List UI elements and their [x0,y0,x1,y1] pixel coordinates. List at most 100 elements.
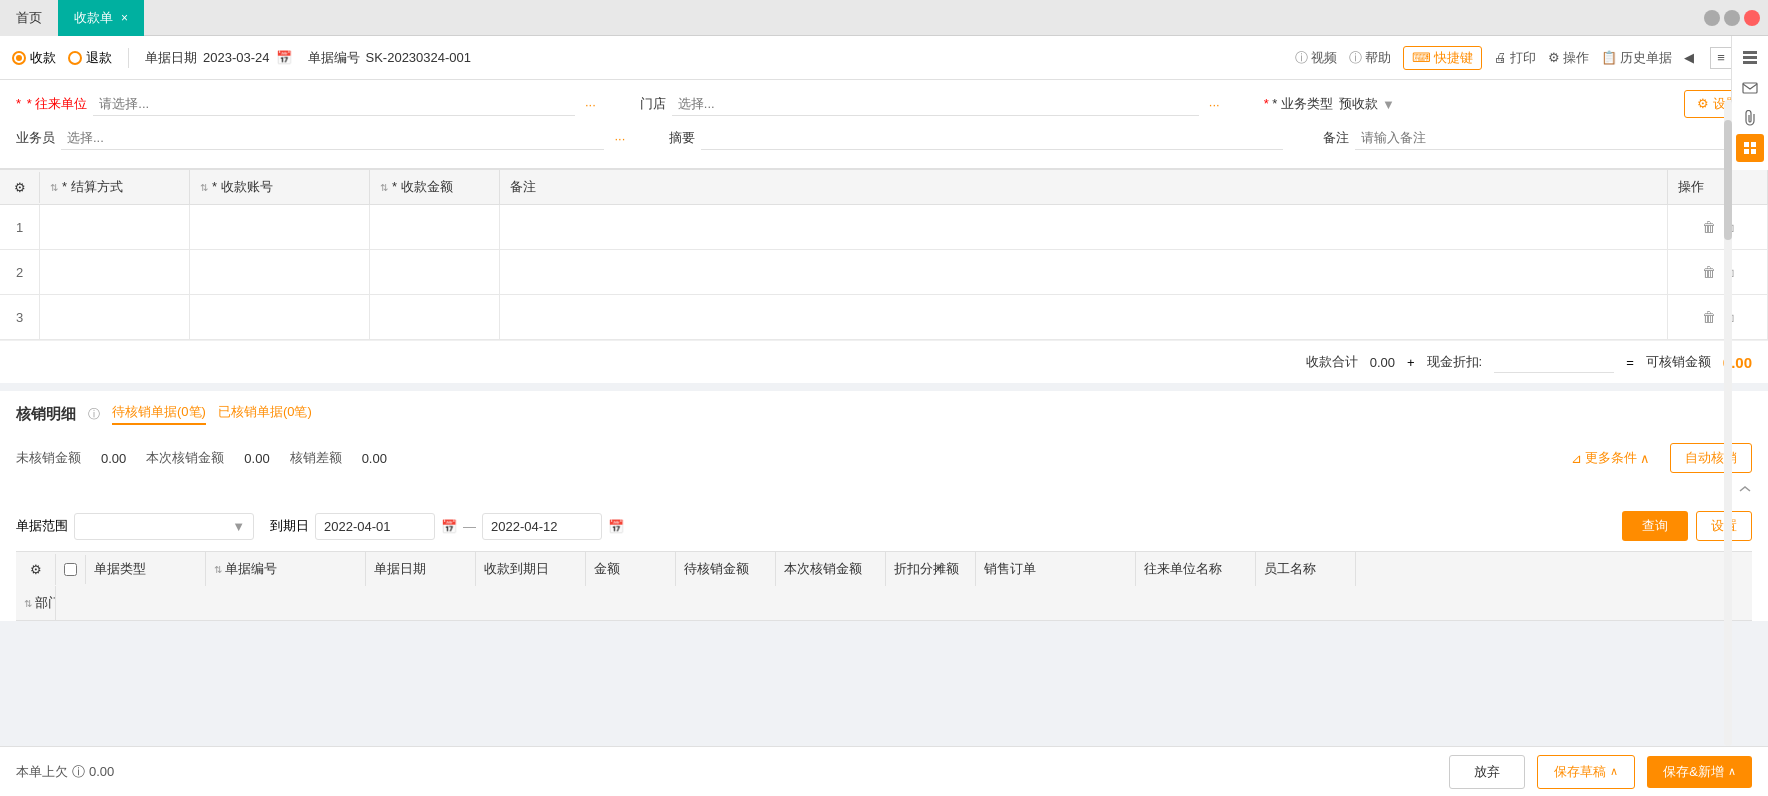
dth-amount: 金额 [586,552,676,586]
window-minimize-btn[interactable] [1704,10,1720,26]
scrollbar-thumb[interactable] [1724,120,1732,240]
dth-counterpart: 往来单位名称 [1136,552,1256,586]
num-value: SK-20230324-001 [366,50,472,65]
notes-input[interactable] [1355,126,1752,150]
dth-check[interactable] [56,555,86,584]
dth-due-date: 收款到期日 [476,552,586,586]
range-arrow-icon: ▼ [232,519,245,534]
current-verify-val: 0.00 [244,451,269,466]
th-gear[interactable]: ⚙ [0,172,40,203]
dth-dept: ⇅ 部门名称 [16,586,56,620]
discard-btn[interactable]: 放弃 [1449,755,1525,789]
row-1-delete-icon[interactable]: 🗑 [1702,219,1716,235]
row-2-notes[interactable] [500,250,1668,294]
video-link[interactable]: ⓘ 视频 [1295,49,1337,67]
row-3-amount[interactable] [370,295,500,339]
calendar-icon[interactable]: 📅 [276,50,292,65]
tab-active[interactable]: 收款单 × [58,0,144,36]
radio-receive[interactable]: 收款 [12,49,56,67]
save-draft-chevron-icon: ∧ [1610,765,1618,778]
row-2-delete-icon[interactable]: 🗑 [1702,264,1716,280]
total-val: 0.00 [1370,355,1395,370]
radio-refund[interactable]: 退款 [68,49,112,67]
date-from-cal-icon[interactable]: 📅 [441,519,457,534]
row-2-amount[interactable] [370,250,500,294]
row-1-settlement[interactable] [40,205,190,249]
row-1-notes[interactable] [500,205,1668,249]
filter-left: 单据范围 ▼ 到期日 📅 — 📅 [16,513,1606,540]
row-3-delete-icon[interactable]: 🗑 [1702,309,1716,325]
sidebar-icon-mail[interactable] [1736,74,1764,102]
row-3-settlement[interactable] [40,295,190,339]
save-draft-btn[interactable]: 保存草稿 ∧ [1537,755,1635,789]
row-3-notes[interactable] [500,295,1668,339]
dth-gear[interactable]: ⚙ [16,554,56,585]
sidebar-icon-table[interactable] [1736,44,1764,72]
svg-rect-2 [1743,61,1757,64]
range-field: 单据范围 ▼ [16,513,254,540]
unchecked-label: 未核销金额 [16,449,81,467]
current-verify-label: 本次核销金额 [146,449,224,467]
date-from-input[interactable] [315,513,435,540]
counterpart-input[interactable] [93,92,575,116]
row-2-settlement[interactable] [40,250,190,294]
sidebar-icon-expand[interactable] [1736,134,1764,162]
dth-staff: 员工名称 [1256,552,1356,586]
main-table: ⚙ ⇅ * 结算方式 ⇅ * 收款账号 ⇅ * 收款金额 备注 操作 1 🗑 ⧉ [0,169,1768,340]
operation-btn[interactable]: ⚙ 操作 [1548,49,1589,67]
verify-info-icon[interactable]: ⓘ [88,406,100,423]
history-btn[interactable]: 📋 历史单据 [1601,49,1672,67]
dth-pending: 待核销金额 [676,552,776,586]
staff-more-btn[interactable]: ··· [610,131,629,146]
biz-type-field: * * 业务类型 预收款 ▼ [1264,95,1673,113]
date-value: 2023-03-24 [203,50,270,65]
staff-input[interactable] [61,126,604,150]
row-3-account[interactable] [190,295,370,339]
row-1-account[interactable] [190,205,370,249]
shortcut-btn[interactable]: ⌨ 快捷键 [1403,46,1482,70]
window-close-btn[interactable] [1744,10,1760,26]
window-maximize-btn[interactable] [1724,10,1740,26]
dth-sales-order: 销售订单 [976,552,1136,586]
row-2-account[interactable] [190,250,370,294]
counterpart-label: * * 往来单位 [16,95,87,113]
row-1-amount[interactable] [370,205,500,249]
store-input[interactable] [672,92,1199,116]
detail-table-header: ⚙ 单据类型 ⇅ 单据编号 单据日期 收款到期日 金额 待核销金额 本次核销金额… [16,551,1752,621]
equals-sign: = [1626,355,1634,370]
biz-type-dropdown[interactable]: 预收款 ▼ [1339,95,1395,113]
discount-input[interactable] [1494,351,1614,373]
sidebar-icon-attachment[interactable] [1736,104,1764,132]
print-btn[interactable]: 🖨 打印 [1494,49,1536,67]
view-list-btn[interactable]: ≡ [1710,47,1732,69]
tab-close-btn[interactable]: × [121,0,128,36]
toolbar-divider-1 [128,48,129,68]
date-to-input[interactable] [482,513,602,540]
help-link[interactable]: ⓘ 帮助 [1349,49,1391,67]
tab-pending-verify[interactable]: 待核销单据(0笔) [112,403,206,425]
tab-verified[interactable]: 已核销单据(0笔) [218,403,312,425]
save-new-btn[interactable]: 保存&新增 ∧ [1647,756,1752,788]
notes-label: 备注 [1323,129,1349,147]
store-label: 门店 [640,95,666,113]
scrollbar[interactable] [1724,100,1732,746]
more-conditions-btn[interactable]: ⊿ 更多条件 ∧ [1571,449,1650,467]
bottom-bar: 本单上欠 ⓘ 0.00 放弃 保存草稿 ∧ 保存&新增 ∧ [0,746,1768,796]
query-btn[interactable]: 查询 [1622,511,1688,541]
store-more-btn[interactable]: ··· [1205,97,1224,112]
shortcut-icon: ⌨ [1412,50,1431,65]
bottom-info-icon[interactable]: ⓘ [72,763,85,781]
range-select[interactable]: ▼ [74,513,254,540]
select-all-checkbox[interactable] [64,563,77,576]
nav-prev-btn[interactable]: ◀ [1684,50,1694,65]
counterpart-more-btn[interactable]: ··· [581,97,600,112]
tab-home[interactable]: 首页 [0,0,58,36]
row-1-num: 1 [0,205,40,249]
svg-rect-3 [1743,83,1757,93]
biz-type-arrow-icon: ▼ [1382,97,1395,112]
summary-input[interactable] [701,126,1282,150]
auto-verify-btn[interactable]: 自动核销 [1670,443,1752,473]
th-amount: ⇅ * 收款金额 [370,170,500,204]
notes-field: 备注 [1323,126,1752,150]
date-to-cal-icon[interactable]: 📅 [608,519,624,534]
